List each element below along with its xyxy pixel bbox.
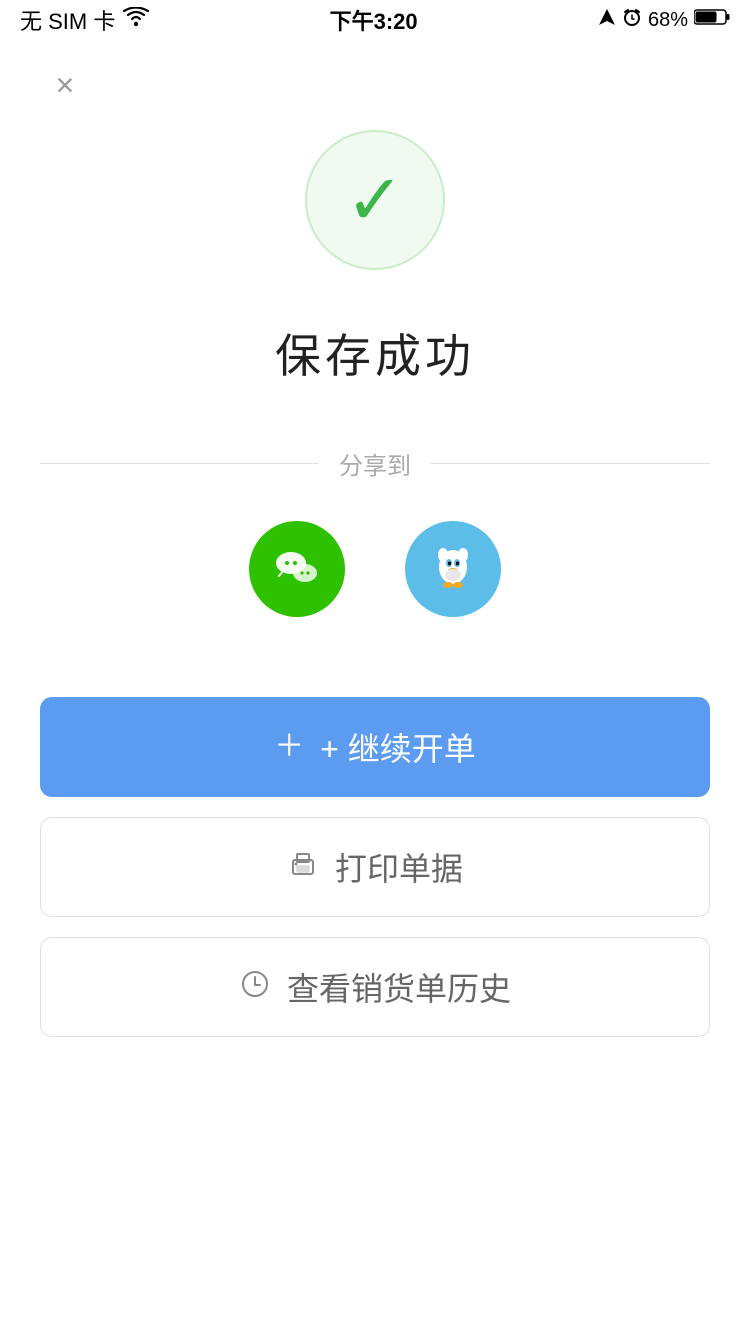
qq-icon xyxy=(425,541,481,597)
alarm-icon xyxy=(622,7,642,33)
continue-order-button[interactable]: ＋ + 继续开单 xyxy=(40,697,710,797)
print-button[interactable]: 打印单据 xyxy=(40,817,710,917)
location-icon xyxy=(598,8,616,32)
plus-icon: ＋ xyxy=(274,732,304,762)
history-icon xyxy=(239,968,271,1006)
history-button[interactable]: 查看销货单历史 xyxy=(40,937,710,1037)
share-label: 分享到 xyxy=(319,446,431,481)
wechat-icon xyxy=(269,541,325,597)
qq-share-button[interactable] xyxy=(405,521,501,617)
battery-percentage: 68% xyxy=(648,9,688,32)
status-right: 68% xyxy=(598,7,730,33)
action-buttons: ＋ + 继续开单 打印单据 查看销货单历史 xyxy=(40,697,710,1037)
checkmark-icon: ✓ xyxy=(346,165,405,235)
success-icon-container: ✓ xyxy=(305,130,445,270)
close-button[interactable]: × xyxy=(40,60,90,110)
wechat-share-button[interactable] xyxy=(249,521,345,617)
print-icon xyxy=(287,848,319,886)
divider-line-right xyxy=(431,463,710,464)
print-label: 打印单据 xyxy=(335,844,463,890)
close-icon: × xyxy=(56,69,75,101)
share-divider: 分享到 xyxy=(40,446,710,481)
main-content: × ✓ 保存成功 分享到 xyxy=(0,40,750,1334)
history-label: 查看销货单历史 xyxy=(287,964,511,1010)
wifi-icon xyxy=(123,7,149,33)
status-bar: 无 SIM 卡 下午3:20 68% xyxy=(0,0,750,40)
status-time: 下午3:20 xyxy=(330,4,418,36)
no-sim-text: 无 SIM 卡 xyxy=(20,4,115,36)
status-left: 无 SIM 卡 xyxy=(20,4,149,36)
continue-order-label: + 继续开单 xyxy=(320,724,476,770)
divider-line-left xyxy=(40,463,319,464)
success-title: 保存成功 xyxy=(275,320,475,386)
battery-icon xyxy=(694,8,730,32)
share-icons-row xyxy=(249,521,501,617)
